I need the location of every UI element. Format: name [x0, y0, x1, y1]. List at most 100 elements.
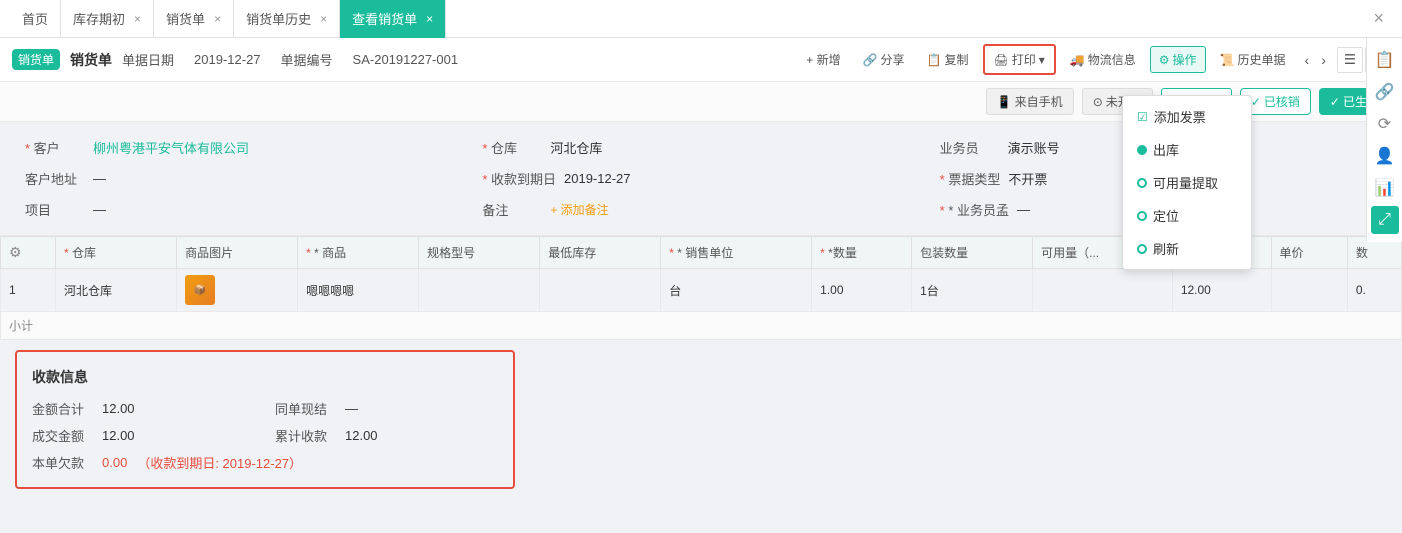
copy-button[interactable]: 📋 复制	[919, 47, 977, 72]
payment-grid: 金额合计 12.00 同单现结 — 成交金额 12.00 累计收款 12.00 …	[32, 399, 498, 472]
next-arrow[interactable]: ›	[1316, 48, 1331, 72]
close-tab-history[interactable]: ×	[320, 12, 327, 26]
right-sidebar: 📋 🔗 ⟳ 👤 📊 ⤢	[1366, 38, 1402, 242]
project-row: 项目 —	[15, 194, 472, 225]
tab-inventory-init[interactable]: 库存期初 ×	[61, 0, 154, 38]
row-min-stock	[540, 269, 661, 312]
number-label: 单据编号	[281, 50, 333, 69]
warehouse-label: 仓库	[482, 138, 542, 157]
salesperson2-value: —	[1017, 202, 1030, 217]
tab-view-sales[interactable]: 查看销货单 ×	[340, 0, 446, 38]
dropdown-locate[interactable]: 定位	[1123, 199, 1251, 232]
prev-arrow[interactable]: ‹	[1300, 48, 1315, 72]
col-settings[interactable]: ⚙	[1, 237, 56, 269]
row-unit: 台	[661, 269, 812, 312]
circle-icon: ⊙	[1093, 95, 1103, 109]
row-available	[1033, 269, 1173, 312]
project-value: —	[93, 202, 106, 217]
payment-title: 收款信息	[32, 367, 498, 387]
close-tab-sales[interactable]: ×	[214, 12, 221, 26]
same-order-settle-value: —	[345, 401, 358, 416]
close-tab-view[interactable]: ×	[426, 12, 433, 26]
note-label: 备注	[482, 200, 542, 219]
date-value: 2019-12-27	[194, 52, 261, 67]
same-order-settle-label: 同单现结	[275, 399, 335, 418]
sidebar-icon-3[interactable]: ⟳	[1371, 110, 1399, 138]
check-icon: ☑	[1137, 110, 1148, 124]
payment-date-row: 收款到期日 2019-12-27	[472, 163, 929, 194]
owed-inner-row: 本单欠款 0.00 （收款到期日: 2019-12-27）	[32, 453, 498, 472]
tab-bar: 首页 库存期初 × 销货单 × 销货单历史 × 查看销货单 × ×	[0, 0, 1402, 38]
warehouse-value: 河北仓库	[550, 138, 602, 157]
sidebar-icon-4[interactable]: 👤	[1371, 142, 1399, 170]
col-product: * 商品	[298, 237, 419, 269]
row-product-img: 📦	[177, 269, 298, 312]
col-warehouse: 仓库	[56, 237, 177, 269]
copy-icon: 📋	[927, 53, 942, 67]
radio-empty-icon	[1137, 178, 1147, 188]
ticket-type-value: 不开票	[1008, 169, 1047, 188]
print-button[interactable]: 🖨 打印 ▾	[986, 47, 1053, 72]
new-button[interactable]: + 新增	[798, 47, 848, 72]
sidebar-icon-expand[interactable]: ⤢	[1371, 206, 1399, 234]
from-phone-button[interactable]: 📱 来自手机	[986, 88, 1074, 115]
row-warehouse: 河北仓库	[56, 269, 177, 312]
history-button[interactable]: 📜 历史单据	[1212, 47, 1294, 72]
deal-amount-value: 12.00	[102, 428, 135, 443]
subtotal-row: 小计	[1, 312, 1402, 340]
list-view-button[interactable]: ☰	[1337, 47, 1363, 73]
operations-dropdown: ☑ 添加发票 出库 可用量提取 定位 刷新	[1122, 95, 1252, 270]
radio-empty-icon-3	[1137, 244, 1147, 254]
doc-title-area: 销货单 销货单 单据日期 2019-12-27 单据编号 SA-20191227…	[12, 49, 458, 70]
share-button[interactable]: 🔗 分享	[855, 47, 913, 72]
col-unit: * 销售单位	[661, 237, 812, 269]
row-other: 0.	[1347, 269, 1401, 312]
customer-row: 客户 柳州粤港平安气体有限公司	[15, 132, 472, 163]
due-date-note: （收款到期日: 2019-12-27）	[137, 453, 302, 472]
total-amount-label: 金额合计	[32, 399, 92, 418]
dropdown-refresh[interactable]: 刷新	[1123, 232, 1251, 265]
dropdown-add-invoice[interactable]: ☑ 添加发票	[1123, 100, 1251, 133]
row-spec	[419, 269, 540, 312]
row-price	[1271, 269, 1347, 312]
close-tab-inventory[interactable]: ×	[134, 12, 141, 26]
tab-sales-order[interactable]: 销货单 ×	[154, 0, 234, 38]
print-highlight-box: 🖨 打印 ▾	[983, 44, 1056, 75]
document-header: 销货单 销货单 单据日期 2019-12-27 单据编号 SA-20191227…	[0, 38, 1402, 82]
ticket-type-label: 票据类型	[940, 169, 1001, 188]
owed-row: 本单欠款 0.00 （收款到期日: 2019-12-27）	[32, 453, 498, 472]
print-dropdown-arrow: ▾	[1039, 53, 1045, 67]
operations-button[interactable]: ⚙ 操作	[1150, 46, 1206, 73]
history-icon: 📜	[1220, 53, 1235, 67]
phone-icon: 📱	[997, 95, 1012, 109]
payment-section: 收款信息 金额合计 12.00 同单现结 — 成交金额 12.00 累计收款 1…	[15, 350, 515, 489]
customer-addr-row: 客户地址 —	[15, 163, 472, 194]
add-note-button[interactable]: + 添加备注	[550, 201, 608, 218]
payment-date-value: 2019-12-27	[564, 171, 631, 186]
sidebar-icon-2[interactable]: 🔗	[1371, 78, 1399, 106]
tab-sales-history[interactable]: 销货单历史 ×	[234, 0, 340, 38]
salesperson-label: 业务员	[940, 138, 1000, 157]
window-close-button[interactable]: ×	[1365, 8, 1392, 28]
row-quantity: 1.00	[812, 269, 912, 312]
dropdown-outbound[interactable]: 出库	[1123, 133, 1251, 166]
settings-icon: ⚙	[9, 244, 22, 260]
total-amount-row: 金额合计 12.00	[32, 399, 255, 418]
sidebar-icon-1[interactable]: 📋	[1371, 46, 1399, 74]
logistics-icon: 🚚	[1070, 53, 1085, 67]
doc-meta: 单据日期 2019-12-27 单据编号 SA-20191227-001	[122, 50, 458, 69]
col-pack-qty: 包装数量	[912, 237, 1033, 269]
sidebar-icon-5[interactable]: 📊	[1371, 174, 1399, 202]
total-amount-value: 12.00	[102, 401, 135, 416]
customer-value[interactable]: 柳州粤港平安气体有限公司	[93, 138, 249, 157]
tab-home[interactable]: 首页	[10, 0, 61, 38]
customer-addr-value: —	[93, 171, 106, 186]
radio-empty-icon-2	[1137, 211, 1147, 221]
col-product-img: 商品图片	[177, 237, 298, 269]
row-stock: 12.00	[1172, 269, 1271, 312]
dropdown-available-qty[interactable]: 可用量提取	[1123, 166, 1251, 199]
logistics-button[interactable]: 🚚 物流信息	[1062, 47, 1144, 72]
same-order-settle-row: 同单现结 —	[275, 399, 498, 418]
col-min-stock: 最低库存	[540, 237, 661, 269]
doc-icon: 销货单	[12, 49, 60, 70]
